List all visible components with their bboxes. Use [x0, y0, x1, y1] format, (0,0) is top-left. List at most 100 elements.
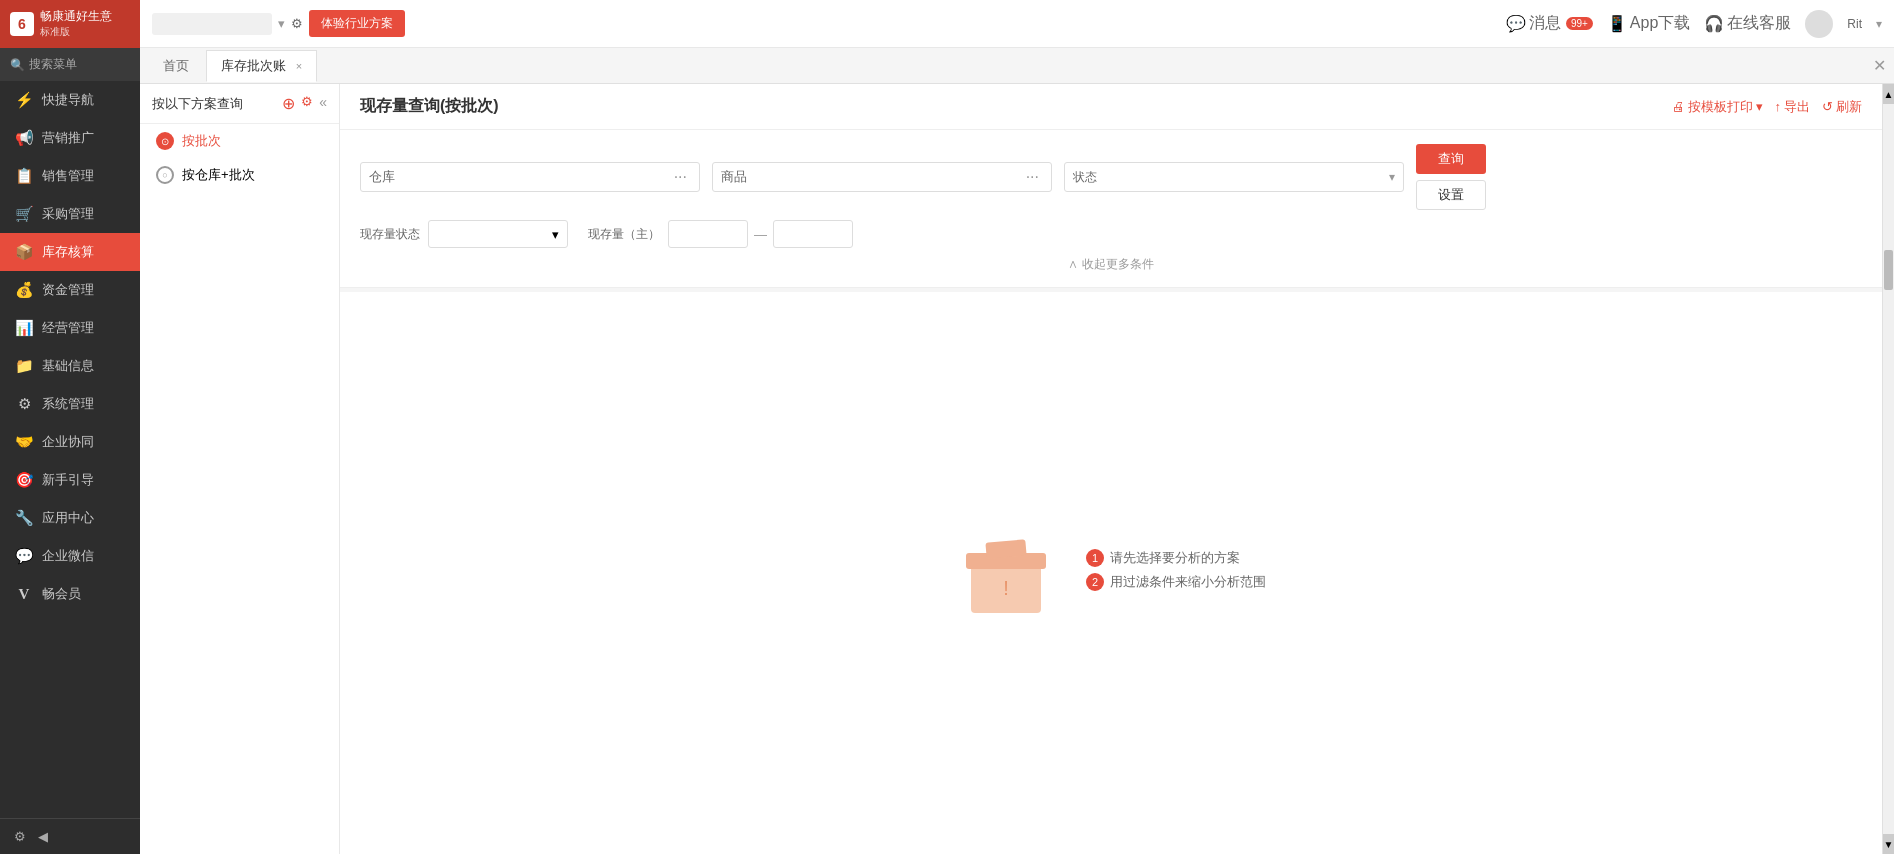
sidebar-item-label: 新手引导: [42, 471, 94, 489]
left-panel-header: 按以下方案查询 ⊕ ⚙ «: [140, 84, 339, 124]
status-label: 状态: [1073, 169, 1097, 186]
print-button[interactable]: 🖨 按模板打印 ▾: [1672, 98, 1763, 116]
sidebar-bottom: ⚙ ◀: [0, 818, 140, 854]
empty-step-1-text: 请先选择要分析的方案: [1110, 549, 1240, 567]
product-input[interactable]: [755, 170, 1022, 184]
tab-inventory-batch[interactable]: 库存批次账 ×: [206, 50, 317, 82]
wechat-icon: 💬: [14, 547, 34, 565]
sidebar-item-purchase[interactable]: 🛒 采购管理: [0, 195, 140, 233]
collapse-left-panel-button[interactable]: «: [319, 94, 327, 113]
product-more-icon[interactable]: ···: [1022, 168, 1043, 186]
tab-close-button[interactable]: ×: [296, 60, 302, 72]
close-all-tabs-button[interactable]: ✕: [1873, 56, 1886, 75]
app-logo: 6: [10, 12, 34, 36]
settings-icon[interactable]: ⚙: [14, 829, 26, 844]
messages-badge: 99+: [1566, 17, 1593, 30]
sidebar-item-operations[interactable]: 📊 经营管理: [0, 309, 140, 347]
topbar: ▾ ⚙ 体验行业方案 💬 消息 99+ 📱 App下载 🎧 在线客服 Rit ▾: [140, 0, 1894, 48]
sidebar-item-label: 销售管理: [42, 167, 94, 185]
sidebar-item-quick-nav[interactable]: ⚡ 快捷导航: [0, 81, 140, 119]
warehouse-batch-scheme-icon: ○: [156, 166, 174, 184]
query-button[interactable]: 查询: [1416, 144, 1486, 174]
add-scheme-button[interactable]: ⊕: [282, 94, 295, 113]
search-icon: 🔍: [10, 58, 25, 72]
member-icon: V: [14, 586, 34, 603]
sidebar-item-enterprise[interactable]: 🤝 企业协同: [0, 423, 140, 461]
scroll-track: [1883, 104, 1894, 834]
app-edition: 标准版: [40, 25, 112, 39]
filter-row-2: 现存量状态 ▾ 现存量（主） —: [360, 220, 1862, 248]
scheme-settings-icon[interactable]: ⚙: [301, 94, 313, 113]
refresh-button[interactable]: ↺ 刷新: [1822, 98, 1862, 116]
tab-home[interactable]: 首页: [148, 50, 204, 82]
app-center-icon: 🔧: [14, 509, 34, 527]
sidebar-item-app-center[interactable]: 🔧 应用中心: [0, 499, 140, 537]
sidebar-item-label: 经营管理: [42, 319, 94, 337]
settings-button[interactable]: 设置: [1416, 180, 1486, 210]
user-dropdown-icon[interactable]: ▾: [1876, 17, 1882, 31]
right-scrollbar[interactable]: ▲ ▼: [1882, 84, 1894, 854]
user-avatar[interactable]: [1805, 10, 1833, 38]
scheme-item-by-batch[interactable]: ⊙ 按批次: [140, 124, 339, 158]
topbar-left: ▾ ⚙ 体验行业方案: [152, 10, 1498, 37]
sidebar-nav: ⚡ 快捷导航 📢 营销推广 📋 销售管理 🛒 采购管理 📦 库存核算 💰 资金管…: [0, 81, 140, 818]
scroll-up-button[interactable]: ▲: [1883, 84, 1894, 104]
topbar-dropdown-icon[interactable]: ▾: [278, 16, 285, 31]
sidebar-item-member[interactable]: V 畅会员: [0, 575, 140, 613]
export-button[interactable]: ↑ 导出: [1775, 98, 1811, 116]
warehouse-filter[interactable]: 仓库 ···: [360, 162, 700, 192]
stock-qty-filter: 现存量（主） —: [588, 220, 853, 248]
sales-icon: 📋: [14, 167, 34, 185]
batch-scheme-icon: ⊙: [156, 132, 174, 150]
sidebar-search-menu[interactable]: 🔍 搜索菜单: [0, 48, 140, 81]
topbar-settings-icon[interactable]: ⚙: [291, 16, 303, 31]
product-filter[interactable]: 商品 ···: [712, 162, 1052, 192]
right-panel: 现存量查询(按批次) 🖨 按模板打印 ▾ ↑ 导出 ↺ 刷新: [340, 84, 1882, 854]
sidebar-item-inventory[interactable]: 📦 库存核算: [0, 233, 140, 271]
status-dropdown-icon: ▾: [1389, 170, 1395, 184]
sidebar-item-wechat[interactable]: 💬 企业微信: [0, 537, 140, 575]
sidebar-item-label: 企业协同: [42, 433, 94, 451]
basic-info-icon: 📁: [14, 357, 34, 375]
tabbar: 首页 库存批次账 × ✕: [140, 48, 1894, 84]
collapse-sidebar-icon[interactable]: ◀: [38, 829, 48, 844]
sidebar-item-marketing[interactable]: 📢 营销推广: [0, 119, 140, 157]
tab-inventory-batch-label: 库存批次账: [221, 58, 286, 73]
empty-step-1: 1 请先选择要分析的方案: [1086, 549, 1266, 567]
scroll-thumb[interactable]: [1884, 250, 1893, 290]
topbar-search-input[interactable]: [152, 13, 272, 35]
stock-qty-min-input[interactable]: [668, 220, 748, 248]
system-icon: ⚙: [14, 395, 34, 413]
sidebar-item-label: 基础信息: [42, 357, 94, 375]
inventory-icon: 📦: [14, 243, 34, 261]
page-title: 现存量查询(按批次): [360, 96, 499, 117]
scroll-down-button[interactable]: ▼: [1883, 834, 1894, 854]
scheme-item-by-warehouse-batch[interactable]: ○ 按仓库+批次: [140, 158, 339, 192]
warehouse-more-icon[interactable]: ···: [670, 168, 691, 186]
collapse-label: 收起更多条件: [1082, 257, 1154, 271]
query-buttons: 查询 设置: [1416, 144, 1486, 210]
sidebar-item-sales[interactable]: 📋 销售管理: [0, 157, 140, 195]
search-menu-label: 搜索菜单: [29, 56, 77, 73]
sidebar-item-finance[interactable]: 💰 资金管理: [0, 271, 140, 309]
marketing-icon: 📢: [14, 129, 34, 147]
sidebar: 6 畅康通好生意 标准版 🔍 搜索菜单 ⚡ 快捷导航 📢 营销推广 📋 销售管理…: [0, 0, 140, 854]
stock-status-dropdown[interactable]: ▾: [428, 220, 568, 248]
online-service-button[interactable]: 🎧 在线客服: [1704, 13, 1791, 34]
tab-home-label: 首页: [163, 58, 189, 73]
app-download-button[interactable]: 📱 App下载: [1607, 13, 1690, 34]
status-filter[interactable]: 状态 ▾: [1064, 162, 1404, 192]
sidebar-item-system[interactable]: ⚙ 系统管理: [0, 385, 140, 423]
warehouse-input[interactable]: [403, 170, 670, 184]
sidebar-item-newbie[interactable]: 🎯 新手引导: [0, 461, 140, 499]
collapse-filters-button[interactable]: ∧ 收起更多条件: [360, 248, 1862, 273]
left-panel-actions: ⊕ ⚙ «: [282, 94, 327, 113]
operations-icon: 📊: [14, 319, 34, 337]
sidebar-item-label: 营销推广: [42, 129, 94, 147]
experience-industry-button[interactable]: 体验行业方案: [309, 10, 405, 37]
stock-qty-max-input[interactable]: [773, 220, 853, 248]
empty-illustration: !: [956, 523, 1056, 623]
messages-button[interactable]: 💬 消息 99+: [1506, 13, 1593, 34]
warehouse-label: 仓库: [369, 168, 395, 186]
sidebar-item-basic-info[interactable]: 📁 基础信息: [0, 347, 140, 385]
